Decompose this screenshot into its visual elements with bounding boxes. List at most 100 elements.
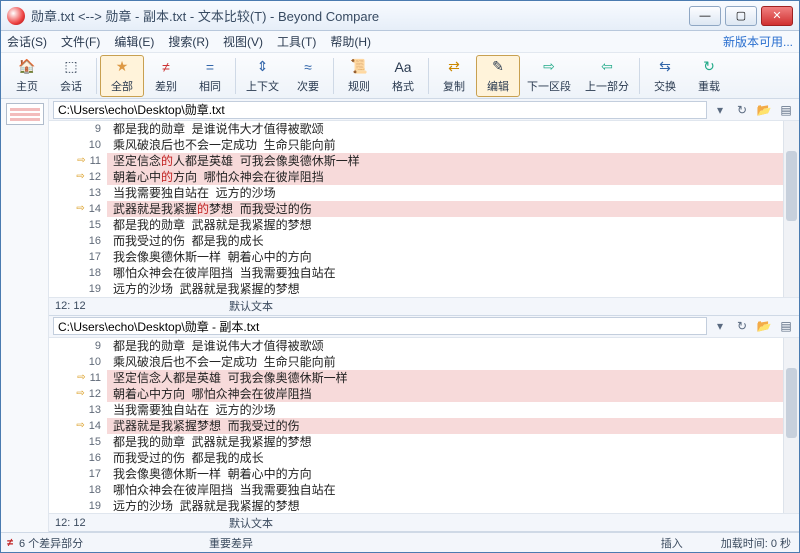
text-line[interactable]: 19 远方的沙场 武器就是我紧握的梦想 xyxy=(49,498,799,514)
text-line[interactable]: 10乘风破浪后也不会一定成功 生命只能向前 xyxy=(49,354,799,370)
thumbnail-strip[interactable] xyxy=(1,99,49,532)
line-text: 武器就是我紧握的梦想 而我受过的伤 xyxy=(107,201,799,217)
dropdown-icon[interactable]: ▾ xyxy=(711,317,729,335)
folder-open-icon[interactable]: 📂 xyxy=(755,317,773,335)
text-line[interactable]: ⇨14武器就是我紧握的梦想 而我受过的伤 xyxy=(49,201,799,217)
top-path-input[interactable] xyxy=(53,101,707,119)
tb-rules[interactable]: 📜规则 xyxy=(337,55,381,97)
scroll-thumb[interactable] xyxy=(786,368,797,438)
bottom-pane-status: 12: 12 默认文本 xyxy=(49,513,799,531)
tb-format[interactable]: Aa格式 xyxy=(381,55,425,97)
text-line[interactable]: ⇨14武器就是我紧握梦想 而我受过的伤 xyxy=(49,418,799,434)
text-line[interactable]: 18哪怕众神会在彼岸阻挡 当我需要独自站在 xyxy=(49,265,799,281)
text-line[interactable]: ⇨12朝着心中方向 哪怕众神会在彼岸阻挡 xyxy=(49,386,799,402)
gutter: 16 xyxy=(49,450,107,466)
prev-icon: ⇦ xyxy=(598,58,616,76)
top-text-area[interactable]: 9都是我的勋章 是谁说伟大才值得被歌颂10乘风破浪后也不会一定成功 生命只能向前… xyxy=(49,121,799,297)
text-line[interactable]: ⇨11坚定信念人都是英雄 可我会像奥德休斯一样 xyxy=(49,370,799,386)
line-text: 坚定信念人都是英雄 可我会像奥德休斯一样 xyxy=(107,370,799,386)
top-path-bar: ▾ ↻ 📂 ▤ xyxy=(49,99,799,121)
tb-minor[interactable]: ≈次要 xyxy=(286,55,330,97)
text-line[interactable]: 13当我需要独自站在 远方的沙场 xyxy=(49,185,799,201)
line-text: 都是我的勋章 是谁说伟大才值得被歌颂 xyxy=(107,338,799,354)
text-line[interactable]: 18哪怕众神会在彼岸阻挡 当我需要独自站在 xyxy=(49,482,799,498)
text-line[interactable]: ⇨12朝着心中的方向 哪怕众神会在彼岸阻挡 xyxy=(49,169,799,185)
menu-search[interactable]: 搜索(R) xyxy=(168,33,209,50)
tb-copy[interactable]: ⇄复制 xyxy=(432,55,476,97)
diff-indicator-icon: ≠ xyxy=(1,537,19,549)
gutter: 15 xyxy=(49,217,107,233)
text-line[interactable]: 9都是我的勋章 是谁说伟大才值得被歌颂 xyxy=(49,338,799,354)
history-icon[interactable]: ↻ xyxy=(733,317,751,335)
line-text: 都是我的勋章 武器就是我紧握的梦想 xyxy=(107,217,799,233)
menu-file[interactable]: 文件(F) xyxy=(61,33,100,50)
menu-help[interactable]: 帮助(H) xyxy=(330,33,371,50)
diff-char: 的 xyxy=(197,202,209,216)
show-all-icon[interactable]: ▤ xyxy=(777,317,795,335)
star-icon: ★ xyxy=(113,58,131,76)
close-button[interactable]: ✕ xyxy=(761,6,793,26)
scroll-thumb[interactable] xyxy=(786,151,797,221)
line-text: 远方的沙场 武器就是我紧握的梦想 xyxy=(107,281,799,297)
show-all-icon[interactable]: ▤ xyxy=(777,101,795,119)
reload-icon: ↻ xyxy=(700,58,718,76)
tb-session[interactable]: ⬚会话 xyxy=(49,55,93,97)
diff-arrow-icon: ⇨ xyxy=(77,153,85,169)
minimize-button[interactable]: — xyxy=(689,6,721,26)
maximize-button[interactable]: ▢ xyxy=(725,6,757,26)
tb-same[interactable]: =相同 xyxy=(188,55,232,97)
text-line[interactable]: 15都是我的勋章 武器就是我紧握的梦想 xyxy=(49,217,799,233)
text-line[interactable]: 17我会像奥德休斯一样 朝着心中的方向 xyxy=(49,466,799,482)
dropdown-icon[interactable]: ▾ xyxy=(711,101,729,119)
tb-diff[interactable]: ≠差别 xyxy=(144,55,188,97)
menu-tools[interactable]: 工具(T) xyxy=(277,33,316,50)
update-available-link[interactable]: 新版本可用... xyxy=(723,33,793,50)
bottom-text-area[interactable]: 9都是我的勋章 是谁说伟大才值得被歌颂10乘风破浪后也不会一定成功 生命只能向前… xyxy=(49,338,799,514)
text-line[interactable]: 16而我受过的伤 都是我的成长 xyxy=(49,233,799,249)
line-number: 9 xyxy=(95,121,101,137)
line-text: 乘风破浪后也不会一定成功 生命只能向前 xyxy=(107,137,799,153)
line-number: 16 xyxy=(89,233,101,249)
text-line[interactable]: 17我会像奥德休斯一样 朝着心中的方向 xyxy=(49,249,799,265)
tb-context[interactable]: ⇕上下文 xyxy=(239,55,286,97)
gutter: 9 xyxy=(49,121,107,137)
text-line[interactable]: 13当我需要独自站在 远方的沙场 xyxy=(49,402,799,418)
text-line[interactable]: 15都是我的勋章 武器就是我紧握的梦想 xyxy=(49,434,799,450)
menu-edit[interactable]: 编辑(E) xyxy=(114,33,154,50)
history-icon[interactable]: ↻ xyxy=(733,101,751,119)
tb-edit[interactable]: ✎编辑 xyxy=(476,55,520,97)
diff-arrow-icon: ⇨ xyxy=(77,370,85,386)
line-number: 17 xyxy=(89,466,101,482)
line-text: 哪怕众神会在彼岸阻挡 当我需要独自站在 xyxy=(107,482,799,498)
tb-swap[interactable]: ⇆交换 xyxy=(643,55,687,97)
line-text: 乘风破浪后也不会一定成功 生命只能向前 xyxy=(107,354,799,370)
menu-view[interactable]: 视图(V) xyxy=(223,33,263,50)
menu-session[interactable]: 会话(S) xyxy=(7,33,47,50)
window-controls: — ▢ ✕ xyxy=(685,6,793,26)
line-number: 19 xyxy=(89,498,101,514)
tb-prev-section[interactable]: ⇦上一部分 xyxy=(578,55,636,97)
text-line[interactable]: 19远方的沙场 武器就是我紧握的梦想 xyxy=(49,281,799,297)
text-line[interactable]: 10乘风破浪后也不会一定成功 生命只能向前 xyxy=(49,137,799,153)
tb-next-section[interactable]: ⇨下一区段 xyxy=(520,55,578,97)
bottom-scrollbar[interactable] xyxy=(783,338,799,514)
file-thumbnail[interactable] xyxy=(6,103,44,125)
text-line[interactable]: 16而我受过的伤 都是我的成长 xyxy=(49,450,799,466)
line-text: 当我需要独自站在 远方的沙场 xyxy=(107,185,799,201)
top-scrollbar[interactable] xyxy=(783,121,799,297)
tb-home[interactable]: 🏠主页 xyxy=(5,55,49,97)
text-line[interactable]: 9都是我的勋章 是谁说伟大才值得被歌颂 xyxy=(49,121,799,137)
line-number: 16 xyxy=(89,450,101,466)
line-number: 15 xyxy=(89,434,101,450)
top-encoding: 默认文本 xyxy=(109,298,799,314)
swap-icon: ⇆ xyxy=(656,58,674,76)
tb-all[interactable]: ★全部 xyxy=(100,55,144,97)
line-text: 远方的沙场 武器就是我紧握的梦想 xyxy=(107,498,799,514)
folder-open-icon[interactable]: 📂 xyxy=(755,101,773,119)
session-icon: ⬚ xyxy=(62,58,80,76)
text-line[interactable]: ⇨11坚定信念的人都是英雄 可我会像奥德休斯一样 xyxy=(49,153,799,169)
top-pane-status: 12: 12 默认文本 xyxy=(49,297,799,315)
tb-reload[interactable]: ↻重载 xyxy=(687,55,731,97)
bottom-path-input[interactable] xyxy=(53,317,707,335)
context-icon: ⇕ xyxy=(254,58,272,76)
